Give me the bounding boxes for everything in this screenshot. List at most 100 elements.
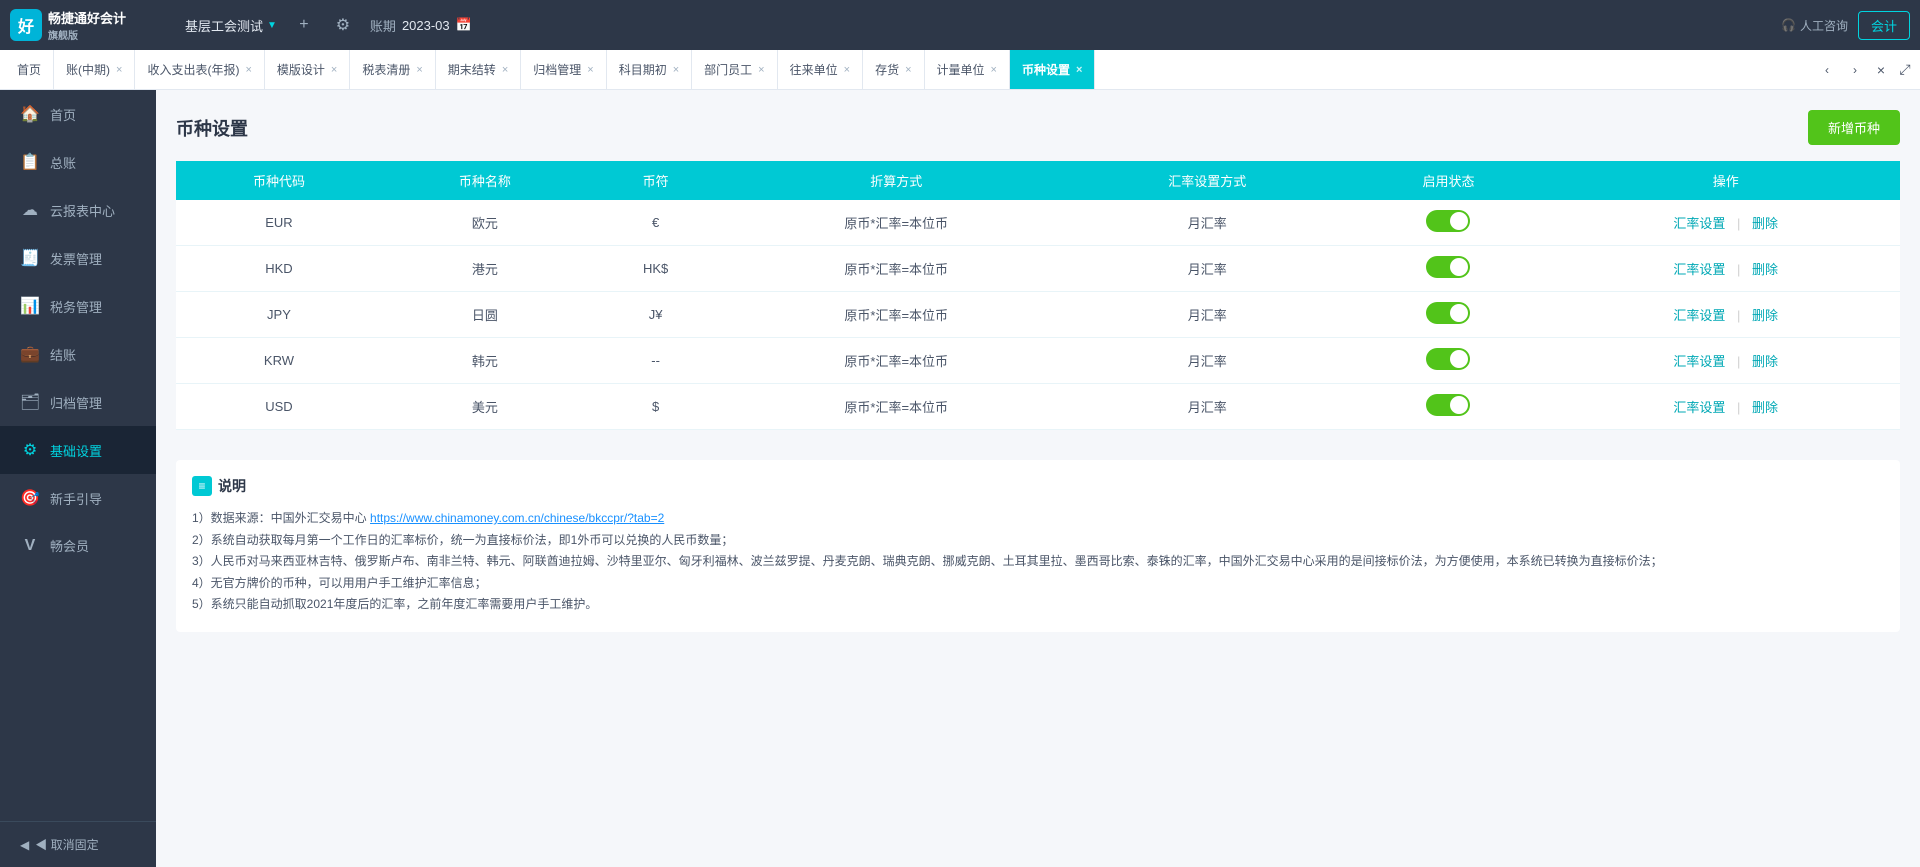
delete-link-3[interactable]: 删除 [1752,354,1778,369]
toggle-knob-0 [1450,212,1468,230]
delete-link-2[interactable]: 删除 [1752,308,1778,323]
currency-table: 币种代码 币种名称 币符 折算方式 汇率设置方式 启用状态 操作 EUR 欧元 … [176,161,1900,430]
table-row: USD 美元 $ 原币*汇率=本位币 月汇率 汇率设置 | 删除 [176,384,1900,430]
sidebar-item-tax[interactable]: 📊 税务管理 [0,282,156,330]
sidebar-item-guide[interactable]: 🎯 新手引导 [0,474,156,522]
tab-close-currency[interactable]: × [1076,64,1082,76]
sidebar-item-reports[interactable]: ☁ 云报表中心 [0,186,156,234]
cell-symbol: HK$ [588,246,723,292]
tab-close-ledger[interactable]: × [116,64,122,76]
cell-symbol: € [588,200,723,246]
tab-next-btn[interactable]: › [1843,58,1867,82]
cell-code: JPY [176,292,382,338]
rate-setting-link-3[interactable]: 汇率设置 [1673,354,1725,369]
cell-code: EUR [176,200,382,246]
sidebar-item-label-checkout: 结账 [50,345,76,364]
account-btn[interactable]: 会计 [1858,11,1910,40]
toggle-switch-4[interactable] [1426,394,1470,416]
tab-close-tax[interactable]: × [416,64,422,76]
tab-close-contacts[interactable]: × [844,64,850,76]
tab-close-dept[interactable]: × [758,64,764,76]
company-name[interactable]: 基层工会测试 ▼ [185,16,277,35]
action-sep-1: | [1737,262,1740,277]
sidebar-item-archive[interactable]: 🗂 归档管理 [0,378,156,426]
cell-calc: 原币*汇率=本位币 [723,292,1069,338]
notes-link[interactable]: https://www.chinamoney.com.cn/chinese/bk… [370,511,664,525]
sidebar-item-label-invoice: 发票管理 [50,249,102,268]
tab-income[interactable]: 收入支出表(年报) × [135,50,264,90]
tab-prev-btn[interactable]: ‹ [1815,58,1839,82]
new-currency-btn[interactable]: 新增币种 [1808,110,1900,145]
cell-name: 美元 [382,384,588,430]
rate-setting-link-1[interactable]: 汇率设置 [1673,262,1725,277]
cell-calc: 原币*汇率=本位币 [723,200,1069,246]
toggle-switch-2[interactable] [1426,302,1470,324]
notes-title: ≡ 说明 [192,476,1884,496]
notes-list: 1）数据来源：中国外汇交易中心 https://www.chinamoney.c… [192,508,1884,616]
logo-icon: 好 [10,9,42,41]
rate-setting-link-4[interactable]: 汇率设置 [1673,400,1725,415]
tab-archive[interactable]: 归档管理 × [521,50,606,90]
settings-icon[interactable]: ⚙ [331,13,355,37]
sidebar-item-settings[interactable]: ⚙ 基础设置 [0,426,156,474]
period-info: 账期 2023-03 📅 [370,16,472,35]
tab-home[interactable]: 首页 [5,50,54,90]
tab-period-end[interactable]: 期末结转 × [436,50,521,90]
cell-name: 日圆 [382,292,588,338]
checkout-icon: 💼 [20,344,40,364]
tab-close-archive[interactable]: × [587,64,593,76]
top-header: 好 畅捷通好会计 旗舰版 基层工会测试 ▼ + ⚙ 账期 2023-03 📅 🎧… [0,0,1920,50]
rate-setting-link-2[interactable]: 汇率设置 [1673,308,1725,323]
sidebar-pin-toggle[interactable]: ◀ ◀ 取消固定 [0,821,156,867]
tab-contacts[interactable]: 往来单位 × [778,50,863,90]
delete-link-1[interactable]: 删除 [1752,262,1778,277]
tab-close-subject[interactable]: × [673,64,679,76]
delete-link-4[interactable]: 删除 [1752,400,1778,415]
col-action: 操作 [1551,161,1900,200]
tab-inventory[interactable]: 存货 × [863,50,924,90]
tab-unit[interactable]: 计量单位 × [925,50,1010,90]
calendar-icon[interactable]: 📅 [456,17,472,33]
sidebar-item-ledger[interactable]: 📋 总账 [0,138,156,186]
guide-icon: 🎯 [20,488,40,508]
tab-dept[interactable]: 部门员工 × [692,50,777,90]
cell-status [1345,200,1551,246]
sidebar-item-invoice[interactable]: 🧾 发票管理 [0,234,156,282]
tab-tax[interactable]: 税表清册 × [350,50,435,90]
sidebar-item-member[interactable]: V 畅会员 [0,522,156,569]
col-status: 启用状态 [1345,161,1551,200]
cell-action: 汇率设置 | 删除 [1551,200,1900,246]
toggle-switch-0[interactable] [1426,210,1470,232]
support-btn[interactable]: 🎧 人工咨询 [1781,17,1848,34]
toggle-switch-3[interactable] [1426,348,1470,370]
delete-link-0[interactable]: 删除 [1752,216,1778,231]
tab-currency[interactable]: 币种设置 × [1010,50,1095,90]
cell-calc: 原币*汇率=本位币 [723,338,1069,384]
action-sep-3: | [1737,354,1740,369]
tab-close-all-btn[interactable]: × [1871,60,1891,80]
add-tab-btn[interactable]: + [292,13,316,37]
cell-action: 汇率设置 | 删除 [1551,246,1900,292]
toggle-switch-1[interactable] [1426,256,1470,278]
sidebar-item-home[interactable]: 🏠 首页 [0,90,156,138]
cell-name: 韩元 [382,338,588,384]
tab-template[interactable]: 模版设计 × [265,50,350,90]
tab-close-period[interactable]: × [502,64,508,76]
table-row: KRW 韩元 -- 原币*汇率=本位币 月汇率 汇率设置 | 删除 [176,338,1900,384]
cell-name: 港元 [382,246,588,292]
sidebar-item-label-member: 畅会员 [50,536,89,555]
tab-close-unit[interactable]: × [991,64,997,76]
cell-rate-type: 月汇率 [1069,384,1345,430]
tab-maximize-btn[interactable]: ⤢ [1895,60,1915,80]
action-sep-0: | [1737,216,1740,231]
tab-ledger[interactable]: 账(中期) × [54,50,135,90]
tab-close-inventory[interactable]: × [905,64,911,76]
tab-close-income[interactable]: × [245,64,251,76]
cell-rate-type: 月汇率 [1069,292,1345,338]
tab-close-template[interactable]: × [331,64,337,76]
sidebar-item-checkout[interactable]: 💼 结账 [0,330,156,378]
tab-subject[interactable]: 科目期初 × [607,50,692,90]
content-area: 币种设置 新增币种 币种代码 币种名称 币符 折算方式 汇率设置方式 启用状态 … [156,90,1920,867]
reports-icon: ☁ [20,200,40,220]
rate-setting-link-0[interactable]: 汇率设置 [1673,216,1725,231]
